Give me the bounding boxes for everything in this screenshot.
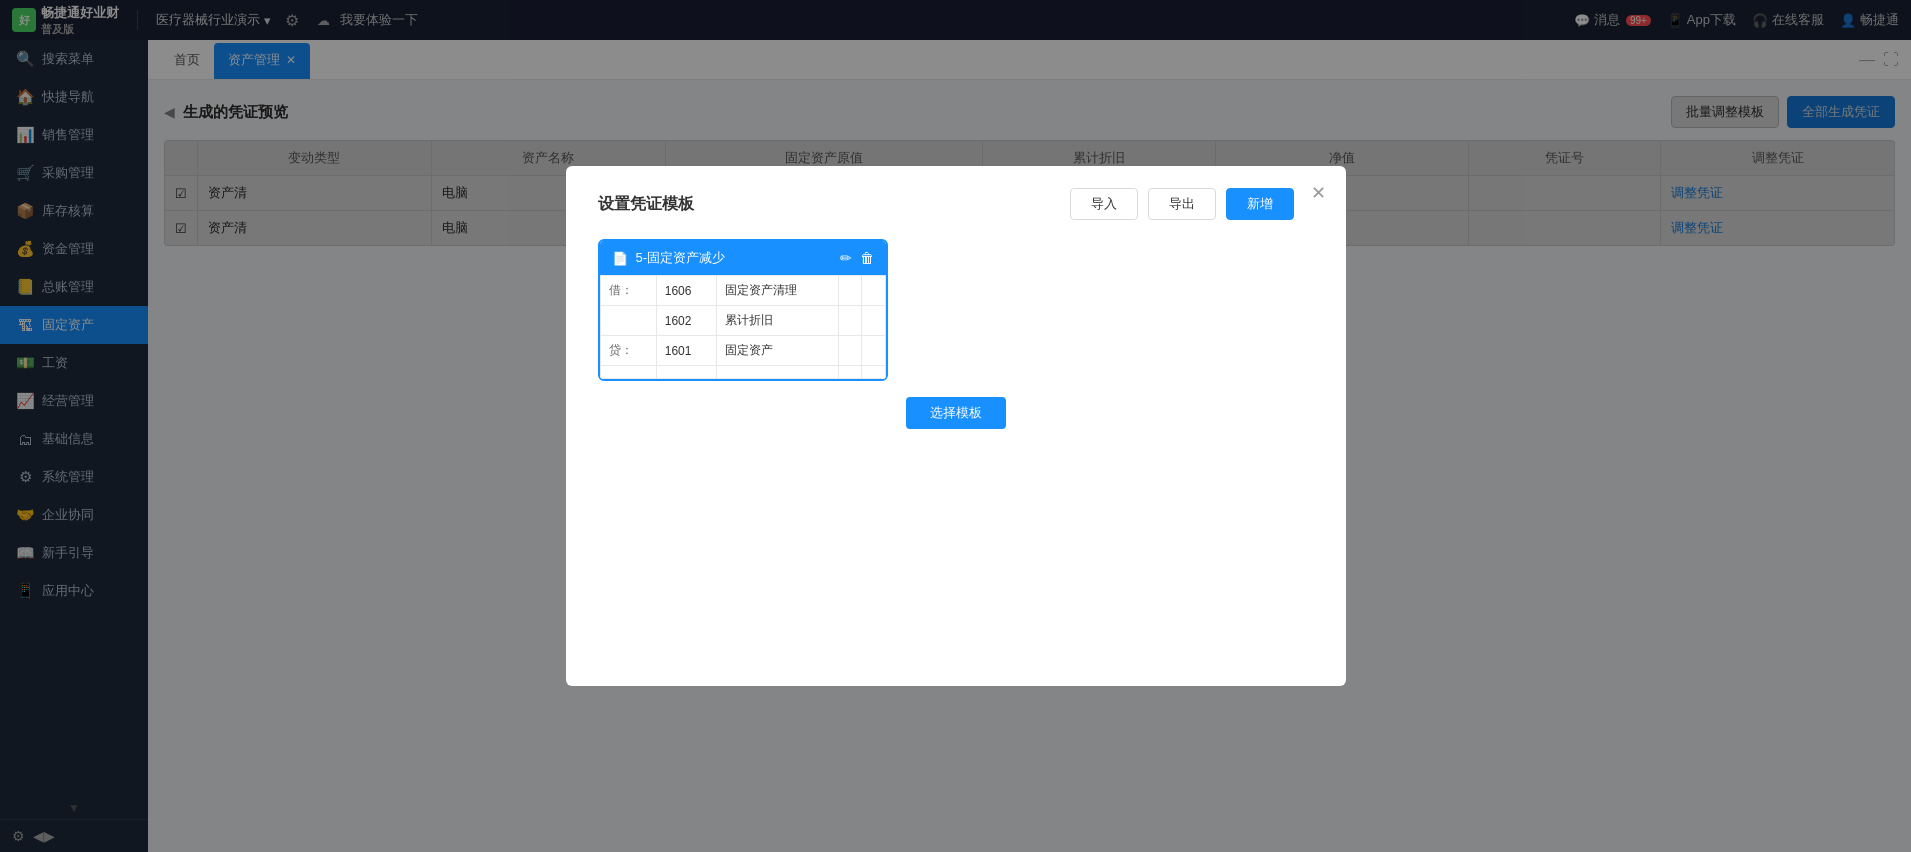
- template-entries-table: 借： 1606 固定资产清理 1602: [600, 275, 886, 379]
- content-area: 首页 资产管理 ✕ — ⛶ ◀ 生成的凭证预览: [148, 40, 1911, 852]
- entry-account: 固定资产清理: [716, 276, 838, 306]
- entry-debit: [838, 276, 861, 306]
- template-card: 📄 5-固定资产减少 ✏ 🗑: [598, 239, 888, 381]
- empty-cell: [862, 366, 885, 379]
- empty-cell: [716, 366, 838, 379]
- template-edit-btn[interactable]: ✏: [840, 250, 852, 266]
- export-btn[interactable]: 导出: [1148, 188, 1216, 220]
- import-btn[interactable]: 导入: [1070, 188, 1138, 220]
- entry-code: 1602: [656, 306, 716, 336]
- entry-direction: [600, 306, 656, 336]
- modal-header-actions: 导入 导出 新增: [1070, 188, 1294, 220]
- template-card-header: 📄 5-固定资产减少 ✏ 🗑: [600, 241, 886, 275]
- entry-credit: [862, 306, 885, 336]
- entry-direction: 贷：: [600, 336, 656, 366]
- entry-debit: [838, 306, 861, 336]
- template-entry-row: 贷： 1601 固定资产: [600, 336, 885, 366]
- template-card-actions: ✏ 🗑: [840, 250, 874, 266]
- empty-cell: [600, 366, 656, 379]
- template-card-body: 借： 1606 固定资产清理 1602: [600, 275, 886, 379]
- entry-account: 固定资产: [716, 336, 838, 366]
- template-name: 5-固定资产减少: [636, 249, 726, 267]
- select-template-btn[interactable]: 选择模板: [906, 397, 1006, 429]
- modal-dialog: 设置凭证模板 导入 导出 新增 ✕ 📄 5-固定: [566, 166, 1346, 686]
- new-template-btn[interactable]: 新增: [1226, 188, 1294, 220]
- page-content: ◀ 生成的凭证预览 批量调整模板 全部生成凭证: [148, 80, 1911, 852]
- template-delete-btn[interactable]: 🗑: [860, 250, 874, 266]
- entry-direction: 借：: [600, 276, 656, 306]
- entry-code: 1606: [656, 276, 716, 306]
- empty-cell: [838, 366, 861, 379]
- template-entry-row: 借： 1606 固定资产清理: [600, 276, 885, 306]
- entry-credit: [862, 276, 885, 306]
- modal-close-btn[interactable]: ✕: [1311, 182, 1326, 204]
- entry-account: 累计折旧: [716, 306, 838, 336]
- modal-overlay: 设置凭证模板 导入 导出 新增 ✕ 📄 5-固定: [148, 80, 1911, 852]
- entry-debit: [838, 336, 861, 366]
- template-entry-row: 1602 累计折旧: [600, 306, 885, 336]
- app-container: 好 畅捷通好业财 普及版 医疗器械行业演示 ▾ ⚙ ☁ 我要体验一下 💬 消息 …: [0, 0, 1911, 852]
- template-doc-icon: 📄: [612, 251, 628, 266]
- entry-credit: [862, 336, 885, 366]
- template-entry-row-empty: [600, 366, 885, 379]
- empty-cell: [656, 366, 716, 379]
- entry-code: 1601: [656, 336, 716, 366]
- main-area: 🔍 搜索菜单 🏠 快捷导航 📊 销售管理 🛒 采购管理 📦 库存核: [0, 40, 1911, 852]
